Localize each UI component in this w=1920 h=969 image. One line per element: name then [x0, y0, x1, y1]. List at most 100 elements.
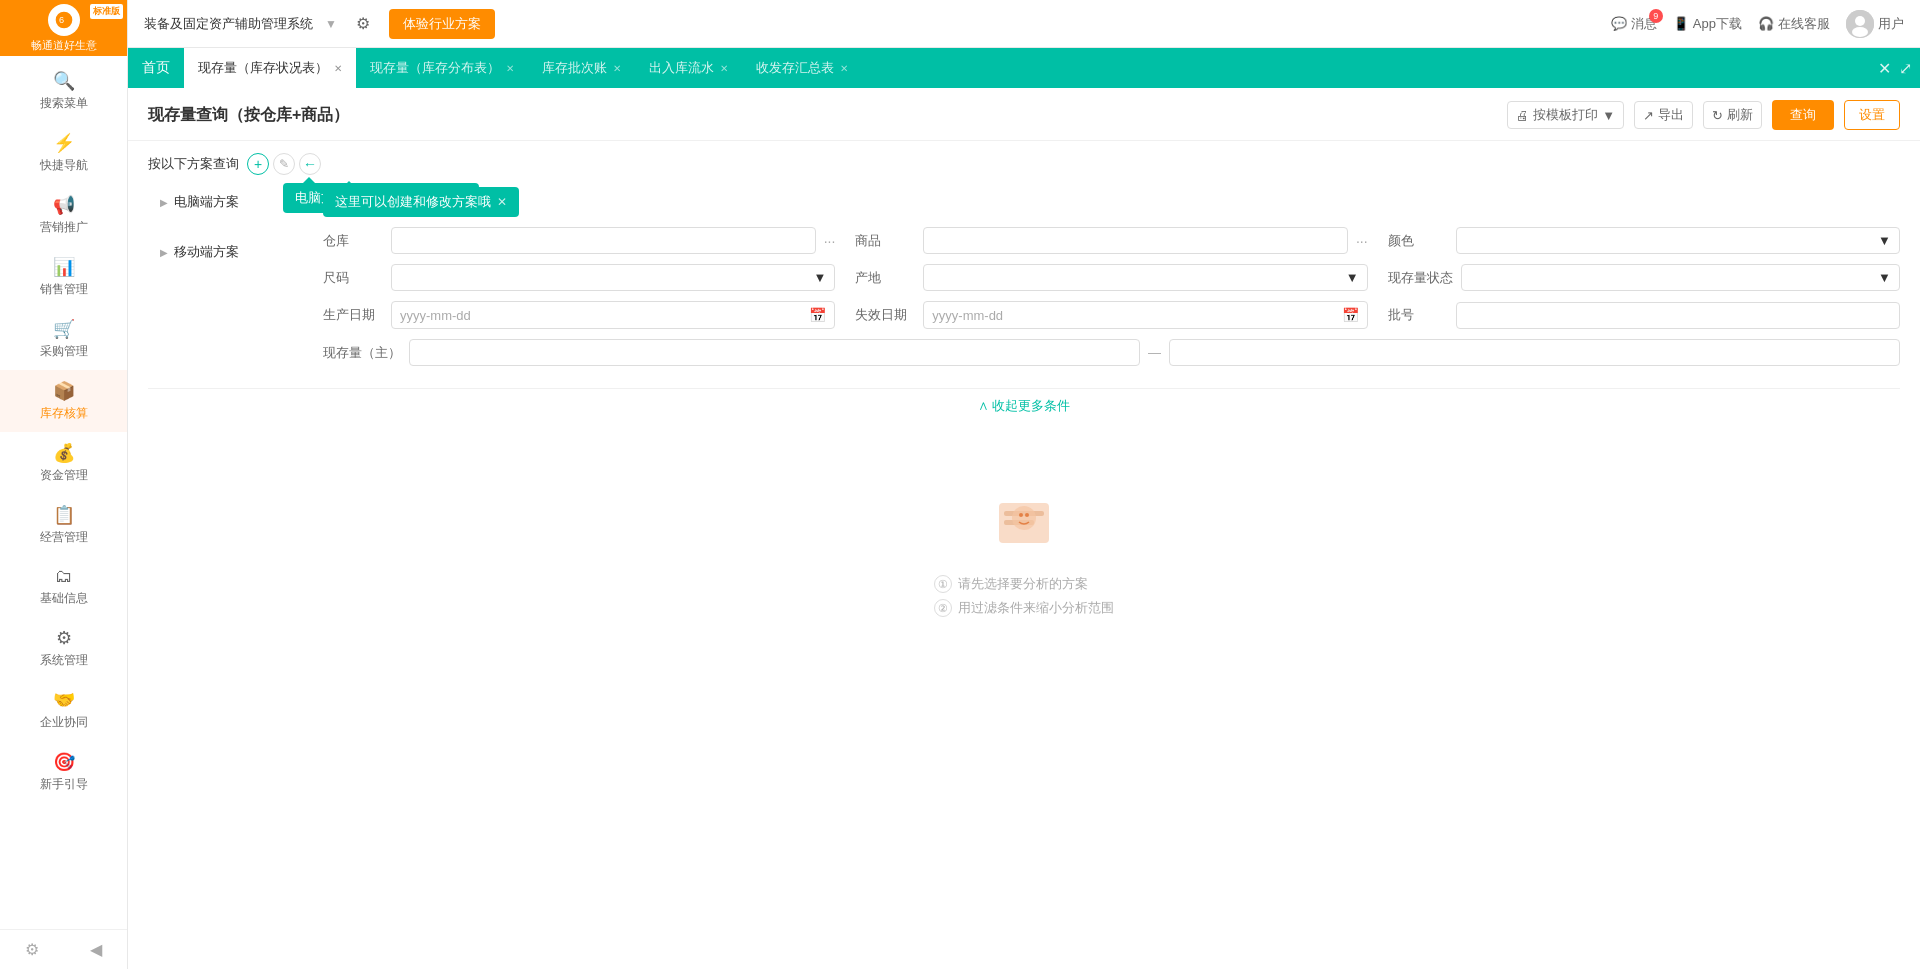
print-label: 按模板打印	[1533, 106, 1598, 124]
folder-icon: 🗂	[55, 566, 73, 587]
print-icon: 🖨	[1516, 108, 1529, 123]
edit-tooltip-close[interactable]: ✕	[497, 195, 507, 209]
color-select[interactable]: ▼	[1456, 227, 1900, 254]
tab-inout-flow-close[interactable]: ✕	[720, 63, 728, 74]
sidebar-item-enterprise[interactable]: 🤝 企业协同	[0, 679, 127, 741]
size-label: 尺码	[323, 269, 383, 287]
sidebar-item-marketing[interactable]: 📢 营销推广	[0, 184, 127, 246]
goods-input[interactable]	[923, 227, 1348, 254]
sidebar-item-newbie[interactable]: 🎯 新手引导	[0, 741, 127, 803]
tab-batch-account[interactable]: 库存批次账 ✕	[528, 48, 635, 88]
warehouse-input[interactable]	[391, 227, 816, 254]
filter-goods: 商品 ···	[855, 227, 1367, 254]
expire-date-label: 失效日期	[855, 306, 915, 324]
header-left: 装备及固定资产辅助管理系统 ▼ ⚙ 体验行业方案	[144, 9, 495, 39]
search-button[interactable]: 查询	[1772, 100, 1834, 130]
maximize-button[interactable]: ⤢	[1899, 59, 1912, 78]
prod-date-placeholder: yyyy-mm-dd	[400, 308, 471, 323]
tip-num-2: ②	[934, 599, 952, 617]
page-content: 现存量查询（按仓库+商品） 🖨 按模板打印 ▼ ↗ 导出 ↻ 刷新	[128, 88, 1920, 969]
trial-button[interactable]: 体验行业方案	[389, 9, 495, 39]
main-area: 装备及固定资产辅助管理系统 ▼ ⚙ 体验行业方案 💬 消息 9 📱 App下载 …	[128, 0, 1920, 969]
settings-button[interactable]: 设置	[1844, 100, 1900, 130]
tab-inventory-distribution[interactable]: 现存量（库存分布表） ✕	[356, 48, 528, 88]
sidebar-item-guide[interactable]: ⚡ 快捷导航	[0, 122, 127, 184]
scheme-mobile-item[interactable]: ▶ 移动端方案	[148, 237, 303, 267]
user-label: 用户	[1878, 15, 1904, 33]
header-settings-button[interactable]: ⚙	[349, 10, 377, 38]
refresh-icon: ↻	[1712, 108, 1723, 123]
warehouse-label: 仓库	[323, 232, 383, 250]
size-select[interactable]: ▼	[391, 264, 835, 291]
page-inner: 现存量查询（按仓库+商品） 🖨 按模板打印 ▼ ↗ 导出 ↻ 刷新	[128, 88, 1920, 969]
empty-tip-1: ① 请先选择要分析的方案	[934, 575, 1114, 593]
tab-batch-account-close[interactable]: ✕	[613, 63, 621, 74]
message-button[interactable]: 💬 消息 9	[1611, 15, 1657, 33]
system-name-arrow[interactable]: ▼	[325, 17, 337, 31]
sidebar-item-inventory[interactable]: 📦 库存核算	[0, 370, 127, 432]
add-scheme-button[interactable]: +	[247, 153, 269, 175]
scheme-desktop-label: 电脑端方案	[174, 193, 239, 211]
sidebar-item-basic[interactable]: 🗂 基础信息	[0, 556, 127, 617]
user-info[interactable]: 用户	[1846, 10, 1904, 38]
tab-inout-flow[interactable]: 出入库流水 ✕	[635, 48, 742, 88]
footer-collapse-icon[interactable]: ◀	[90, 940, 102, 959]
tab-inventory-distribution-close[interactable]: ✕	[506, 63, 514, 74]
edit-scheme-button[interactable]: ✎	[273, 153, 295, 175]
stock-main-from[interactable]	[409, 339, 1140, 366]
stock-status-select[interactable]: ▼	[1461, 264, 1900, 291]
sidebar-item-label: 销售管理	[40, 281, 88, 298]
refresh-button[interactable]: ↻ 刷新	[1703, 101, 1762, 129]
tab-inventory-status-close[interactable]: ✕	[334, 63, 342, 74]
refresh-label: 刷新	[1727, 106, 1753, 124]
svg-point-3	[1855, 16, 1865, 26]
batch-input[interactable]	[1456, 302, 1900, 329]
stock-main-to[interactable]	[1169, 339, 1900, 366]
warehouse-dots[interactable]: ···	[824, 233, 836, 249]
header-right: 💬 消息 9 📱 App下载 🎧 在线客服 用户	[1611, 10, 1904, 38]
scheme-desktop-item[interactable]: ▶ 电脑端方案	[148, 187, 303, 217]
page-header-actions: 🖨 按模板打印 ▼ ↗ 导出 ↻ 刷新 查询 设置	[1507, 100, 1900, 130]
tab-recv-summary[interactable]: 收发存汇总表 ✕	[742, 48, 862, 88]
stock-status-dropdown-icon: ▼	[1878, 270, 1891, 285]
svg-text:6: 6	[59, 15, 64, 25]
sidebar-item-operation[interactable]: 📋 经营管理	[0, 494, 127, 556]
tip-num-1: ①	[934, 575, 952, 593]
export-button[interactable]: ↗ 导出	[1634, 101, 1693, 129]
svg-point-9	[1019, 513, 1023, 517]
scheme-list-panel: ▶ 电脑端方案 ▶ 移动端方案	[148, 187, 303, 376]
app-download-button[interactable]: 📱 App下载	[1673, 15, 1742, 33]
sidebar-item-search[interactable]: 🔍 搜索菜单	[0, 60, 127, 122]
expire-date-cal-icon: 📅	[1342, 307, 1359, 323]
sidebar-item-finance[interactable]: 💰 资金管理	[0, 432, 127, 494]
tab-recv-summary-close[interactable]: ✕	[840, 63, 848, 74]
sidebar-item-purchase[interactable]: 🛒 采购管理	[0, 308, 127, 370]
svg-point-8	[1012, 506, 1036, 530]
sidebar-item-label: 企业协同	[40, 714, 88, 731]
edit-tooltip: 这里可以创建和修改方案哦 ✕	[323, 187, 519, 217]
megaphone-icon: 📢	[53, 194, 75, 216]
tab-home[interactable]: 首页	[128, 48, 184, 88]
sidebar-item-label: 资金管理	[40, 467, 88, 484]
goods-dots[interactable]: ···	[1356, 233, 1368, 249]
page-header: 现存量查询（按仓库+商品） 🖨 按模板打印 ▼ ↗ 导出 ↻ 刷新	[128, 88, 1920, 141]
collapse-bar[interactable]: ∧ 收起更多条件	[148, 388, 1900, 423]
prod-date-input[interactable]: yyyy-mm-dd 📅	[391, 301, 835, 329]
sidebar-item-system[interactable]: ⚙ 系统管理	[0, 617, 127, 679]
online-service-button[interactable]: 🎧 在线客服	[1758, 15, 1830, 33]
service-label: 在线客服	[1778, 15, 1830, 33]
footer-settings-icon[interactable]: ⚙	[25, 940, 39, 959]
back-button[interactable]: ←	[299, 153, 321, 175]
print-button[interactable]: 🖨 按模板打印 ▼	[1507, 101, 1624, 129]
export-label: 导出	[1658, 106, 1684, 124]
sidebar-item-label: 经营管理	[40, 529, 88, 546]
sidebar-item-sales[interactable]: 📊 销售管理	[0, 246, 127, 308]
filter-stock-status: 现存量状态 ▼	[1388, 264, 1900, 291]
prod-date-cal-icon: 📅	[809, 307, 826, 323]
expire-date-input[interactable]: yyyy-mm-dd 📅	[923, 301, 1367, 329]
tab-inventory-status[interactable]: 现存量（库存状况表） ✕	[184, 48, 356, 88]
origin-select[interactable]: ▼	[923, 264, 1367, 291]
sidebar-tag: 标准版	[90, 4, 123, 19]
close-all-tabs-button[interactable]: ✕	[1878, 59, 1891, 78]
filter-fields-area: 这里可以创建和修改方案哦 ✕ 仓库 ···	[323, 187, 1900, 376]
